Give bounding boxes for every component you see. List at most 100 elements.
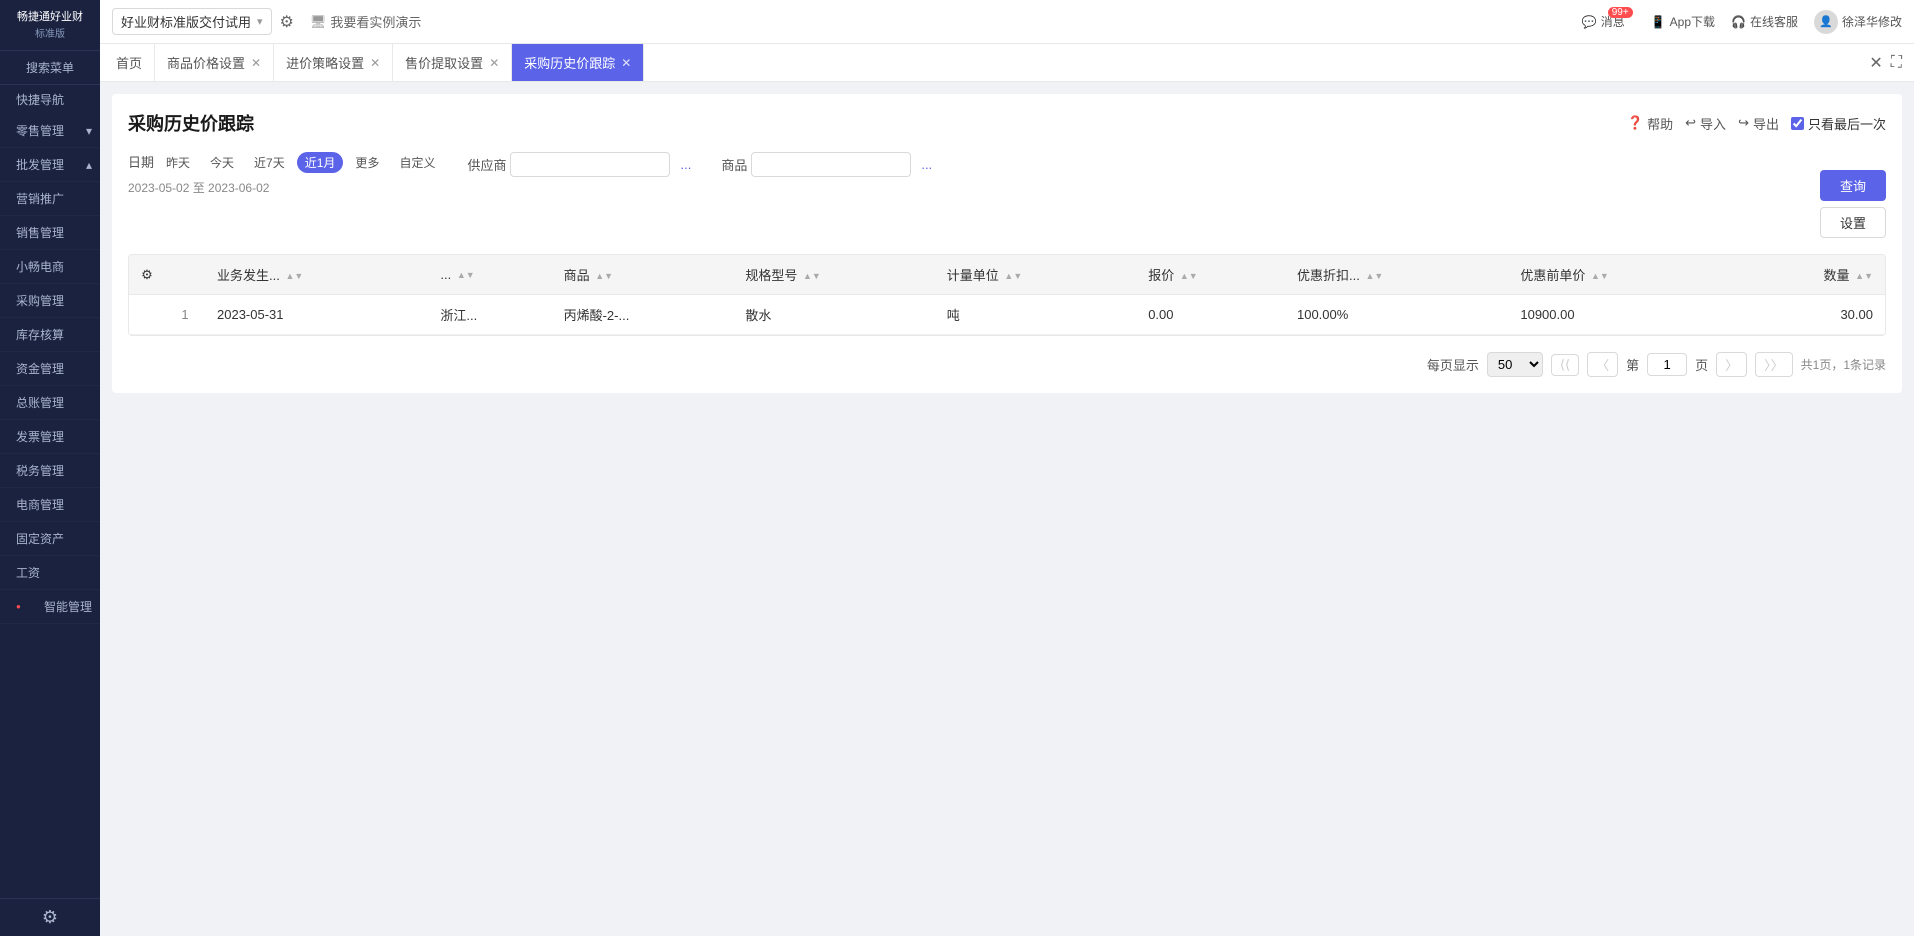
tab-history-price-close[interactable]: ✕ bbox=[621, 57, 631, 69]
col-discount-label: 优惠折扣... bbox=[1297, 268, 1360, 283]
sidebar-item-retail[interactable]: 零售管理 ▾ bbox=[0, 114, 100, 148]
tab-close-all-icon[interactable]: ✕ bbox=[1869, 53, 1882, 73]
date-btn-last7[interactable]: 近7天 bbox=[246, 152, 293, 173]
tab-history-price-label: 采购历史价跟踪 bbox=[524, 53, 615, 72]
row-supplier: 浙江... bbox=[428, 295, 551, 335]
table-row[interactable]: 1 2023-05-31 浙江... 丙烯酸-2-... 散水 吨 0.00 1… bbox=[129, 295, 1885, 335]
supplier-more[interactable]: ... bbox=[674, 153, 697, 176]
col-business-date[interactable]: 业务发生... ▲▼ bbox=[205, 255, 428, 295]
supplier-input[interactable] bbox=[510, 152, 670, 177]
product-input[interactable] bbox=[751, 152, 911, 177]
topbar-user[interactable]: 👤 徐泽华修改 bbox=[1814, 10, 1902, 34]
col-product-label: 商品 bbox=[564, 268, 590, 283]
col-quote[interactable]: 报价 ▲▼ bbox=[1136, 255, 1285, 295]
first-page-button[interactable]: ⟨⟨ bbox=[1551, 354, 1579, 376]
monitor-icon: 🖥 bbox=[310, 14, 327, 30]
tab-sale-price-close[interactable]: ✕ bbox=[489, 57, 499, 69]
col-discount[interactable]: 优惠折扣... ▲▼ bbox=[1285, 255, 1508, 295]
col-quantity[interactable]: 数量 ▲▼ bbox=[1736, 255, 1885, 295]
sidebar-item-ecommerce-small[interactable]: 小畅电商 bbox=[0, 250, 100, 284]
sidebar-item-wholesale-label: 批发管理 bbox=[16, 156, 64, 173]
total-info: 共1页，1条记录 bbox=[1801, 356, 1886, 373]
sidebar-item-smart[interactable]: 智能管理 bbox=[0, 590, 100, 624]
export-button[interactable]: ↪ 导出 bbox=[1738, 114, 1779, 133]
tab-price[interactable]: 商品价格设置 ✕ bbox=[155, 44, 274, 81]
import-button[interactable]: ↩ 导入 bbox=[1685, 114, 1726, 133]
topbar-settings-icon[interactable]: ⚙ bbox=[280, 12, 294, 32]
sidebar-item-fixed-assets[interactable]: 固定资产 bbox=[0, 522, 100, 556]
sidebar-item-ecommerce[interactable]: 电商管理 bbox=[0, 488, 100, 522]
tab-price-close[interactable]: ✕ bbox=[251, 57, 261, 69]
sidebar-item-tax[interactable]: 税务管理 bbox=[0, 454, 100, 488]
tab-sale-price-label: 售价提取设置 bbox=[405, 53, 483, 72]
page-card: 采购历史价跟踪 ❓ 帮助 ↩ 导入 ↪ 导出 bbox=[112, 94, 1902, 393]
sidebar-item-marketing[interactable]: 营销推广 bbox=[0, 182, 100, 216]
main-area: 好业财标准版交付试用 ▾ ⚙ 🖥 我要看实例演示 💬 消息 99+ 📱 App下… bbox=[100, 0, 1914, 936]
page-input[interactable] bbox=[1647, 353, 1687, 376]
version-selector[interactable]: 好业财标准版交付试用 ▾ bbox=[112, 8, 272, 35]
only-last-checkbox[interactable]: 只看最后一次 bbox=[1791, 114, 1886, 133]
product-more[interactable]: ... bbox=[915, 153, 938, 176]
tab-sale-price[interactable]: 售价提取设置 ✕ bbox=[393, 44, 512, 81]
page-title: 采购历史价跟踪 bbox=[128, 110, 254, 136]
col-more[interactable]: ... ▲▼ bbox=[428, 255, 551, 295]
sidebar-item-retail-label: 零售管理 bbox=[16, 122, 64, 139]
help-button[interactable]: ❓ 帮助 bbox=[1627, 114, 1673, 133]
help-label: 帮助 bbox=[1647, 114, 1673, 133]
sidebar-item-finance-label: 资金管理 bbox=[16, 360, 64, 377]
col-spec[interactable]: 规格型号 ▲▼ bbox=[733, 255, 934, 295]
tab-strategy-close[interactable]: ✕ bbox=[370, 57, 380, 69]
sidebar-item-payroll[interactable]: 工资 bbox=[0, 556, 100, 590]
sidebar-nav-label[interactable]: 快捷导航 bbox=[0, 85, 100, 114]
sort-icon-quantity: ▲▼ bbox=[1855, 272, 1873, 281]
sidebar-item-wholesale[interactable]: 批发管理 ▴ bbox=[0, 148, 100, 182]
sidebar-item-ecommerce-small-label: 小畅电商 bbox=[16, 258, 64, 275]
headset-icon: 🎧 bbox=[1731, 15, 1746, 29]
query-button[interactable]: 查询 bbox=[1820, 170, 1886, 201]
topbar-user-name: 徐泽华修改 bbox=[1842, 13, 1902, 30]
col-product[interactable]: 商品 ▲▼ bbox=[552, 255, 734, 295]
sidebar-item-finance[interactable]: 资金管理 bbox=[0, 352, 100, 386]
topbar-demo[interactable]: 🖥 我要看实例演示 bbox=[310, 12, 422, 31]
sidebar-search[interactable]: 搜索菜单 bbox=[0, 51, 100, 85]
filter-supplier-field: 供应商 ... bbox=[467, 152, 697, 177]
sort-icon-product: ▲▼ bbox=[595, 272, 613, 281]
col-unit[interactable]: 计量单位 ▲▼ bbox=[935, 255, 1136, 295]
topbar-messages[interactable]: 💬 消息 99+ bbox=[1582, 13, 1625, 30]
tab-price-label: 商品价格设置 bbox=[167, 53, 245, 72]
date-btn-more[interactable]: 更多 bbox=[347, 152, 387, 173]
topbar-service[interactable]: 🎧 在线客服 bbox=[1731, 13, 1798, 30]
sidebar-logo-text: 畅捷通好业财 bbox=[8, 10, 92, 25]
date-btn-today[interactable]: 今天 bbox=[202, 152, 242, 173]
sidebar-item-general-ledger[interactable]: 总账管理 bbox=[0, 386, 100, 420]
only-last-input[interactable] bbox=[1791, 117, 1804, 130]
tab-maximize-icon[interactable]: ⛶ bbox=[1891, 54, 1902, 72]
per-page-select[interactable]: 50 10 20 100 bbox=[1487, 352, 1543, 377]
date-btn-last1month[interactable]: 近1月 bbox=[297, 152, 344, 173]
content-area: 采购历史价跟踪 ❓ 帮助 ↩ 导入 ↪ 导出 bbox=[100, 82, 1914, 936]
prev-page-button[interactable]: 〈 bbox=[1587, 352, 1618, 377]
tab-history-price[interactable]: 采购历史价跟踪 ✕ bbox=[512, 44, 644, 81]
col-gear[interactable]: ⚙ bbox=[129, 255, 165, 295]
date-btn-custom[interactable]: 自定义 bbox=[391, 152, 443, 173]
tabbar-right: ✕ ⛶ bbox=[1869, 53, 1910, 73]
tab-home[interactable]: 首页 bbox=[104, 44, 155, 81]
tab-strategy[interactable]: 进价策略设置 ✕ bbox=[274, 44, 393, 81]
col-pre-discount-price[interactable]: 优惠前单价 ▲▼ bbox=[1508, 255, 1736, 295]
sidebar-settings-bottom[interactable]: ⚙ bbox=[0, 898, 100, 936]
sidebar-item-sales[interactable]: 销售管理 bbox=[0, 216, 100, 250]
phone-icon: 📱 bbox=[1651, 15, 1666, 29]
topbar-app-download[interactable]: 📱 App下载 bbox=[1651, 13, 1715, 30]
settings-button[interactable]: 设置 bbox=[1820, 207, 1886, 238]
sidebar-item-purchase[interactable]: 采购管理 bbox=[0, 284, 100, 318]
sidebar-item-invoice[interactable]: 发票管理 bbox=[0, 420, 100, 454]
chevron-down-icon: ▾ bbox=[257, 15, 263, 28]
export-icon: ↪ bbox=[1738, 115, 1749, 131]
per-page-label: 每页显示 bbox=[1427, 355, 1479, 374]
col-pre-discount-price-label: 优惠前单价 bbox=[1520, 268, 1585, 283]
topbar-app-label: App下载 bbox=[1670, 13, 1715, 30]
date-btn-yesterday[interactable]: 昨天 bbox=[158, 152, 198, 173]
sidebar-item-inventory[interactable]: 库存核算 bbox=[0, 318, 100, 352]
next-page-button[interactable]: 〉 bbox=[1716, 352, 1747, 377]
last-page-button[interactable]: 〉〉 bbox=[1755, 352, 1793, 377]
